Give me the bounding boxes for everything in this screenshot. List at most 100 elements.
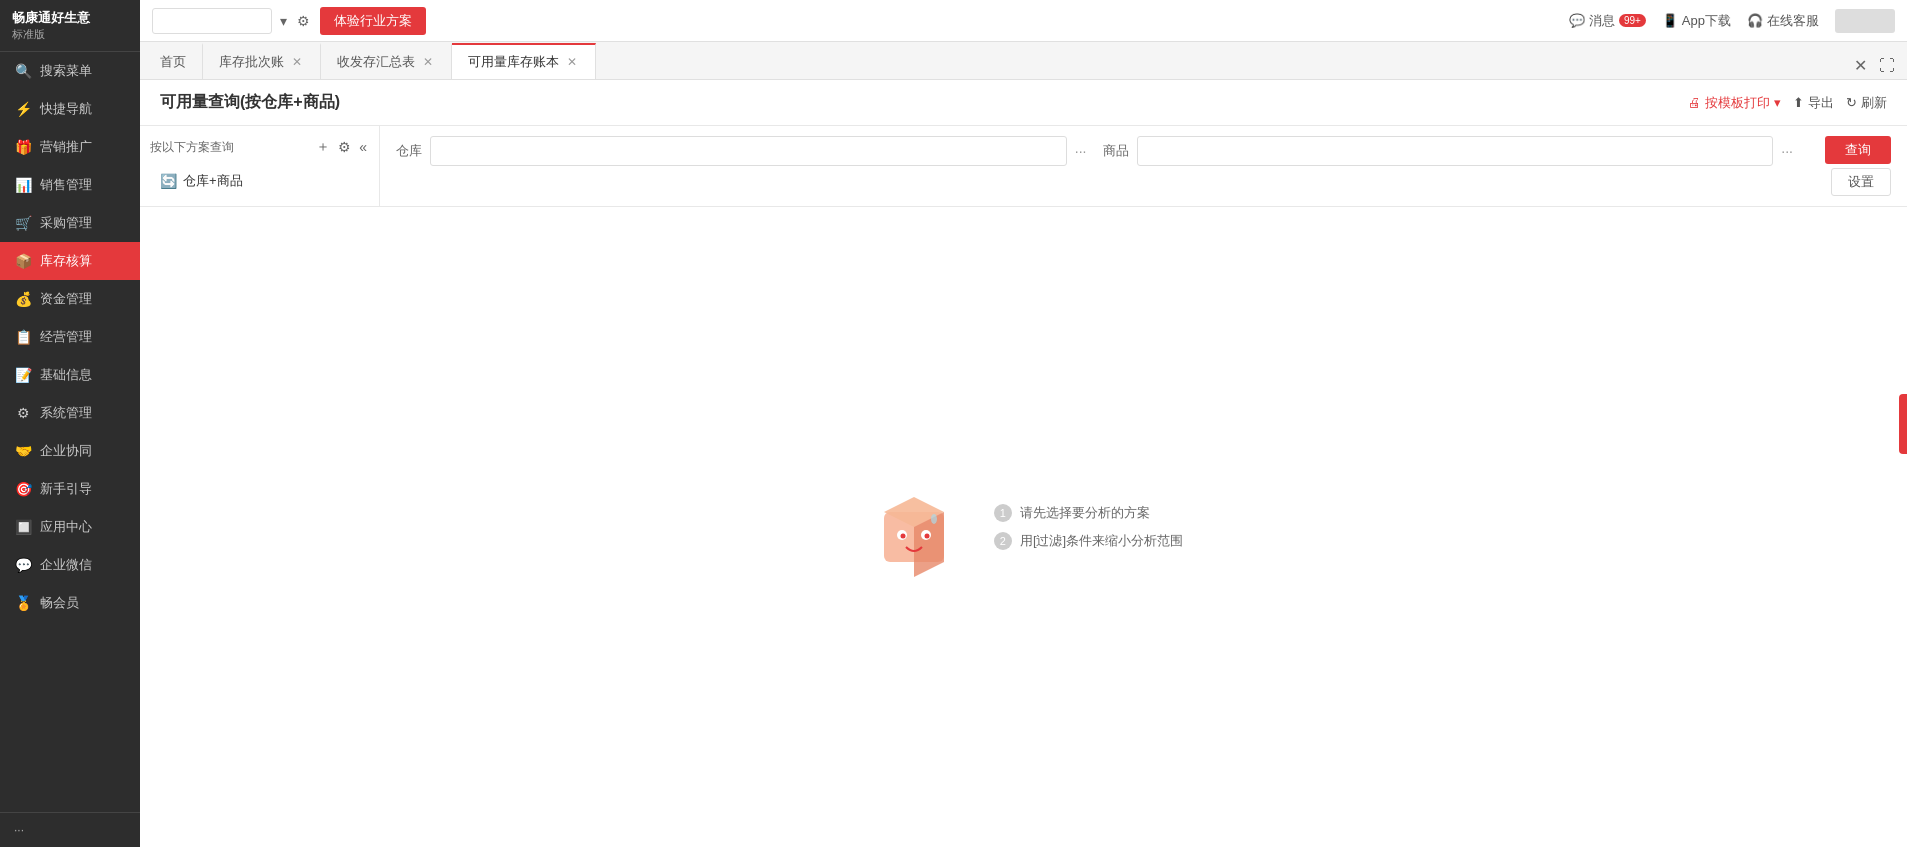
sidebar-item-新手引导[interactable]: 🎯 新手引导 [0,470,140,508]
sidebar-icon-11: 🎯 [14,481,32,497]
message-badge: 99+ [1619,14,1646,27]
sidebar-icon-3: 📊 [14,177,32,193]
message-btn[interactable]: 💬 消息 99+ [1569,12,1646,30]
scheme-item-warehouse-goods[interactable]: 🔄 仓库+商品 [150,166,369,196]
app-download-btn[interactable]: 📱 App下载 [1662,12,1731,30]
sidebar-item-企业协同[interactable]: 🤝企业协同 [0,432,140,470]
tab-0[interactable]: 首页 [140,43,203,79]
sidebar-item-销售管理[interactable]: 📊 销售管理 [0,166,140,204]
page-header-actions: 🖨 按模板打印 ▾ ⬆ 导出 ↻ 刷新 [1688,94,1887,112]
sidebar-item-库存核算[interactable]: 📦 库存核算 [0,242,140,280]
tab-label-0: 首页 [160,53,186,71]
sidebar-icon-8: 📝 [14,367,32,383]
sidebar-icon-12: 🔲 [14,519,32,535]
sidebar-label-9: 系统管理 [40,404,92,422]
page-title: 可用量查询(按仓库+商品) [160,92,340,113]
goods-more-btn[interactable]: ··· [1781,143,1793,159]
message-icon: 💬 [1569,13,1585,28]
tab-label-3: 可用量库存账本 [468,53,559,71]
refresh-btn[interactable]: ↻ 刷新 [1846,94,1887,112]
message-label: 消息 [1589,12,1615,30]
app-download-icon: 📱 [1662,13,1678,28]
right-scroll-hint [1899,394,1907,454]
filter-area: 按以下方案查询 ＋ ⚙ « 🔄 仓库+商品 仓库 [140,126,1907,207]
gear-btn[interactable]: ⚙ [295,11,312,31]
sidebar-item-经营管理[interactable]: 📋经营管理 [0,318,140,356]
sidebar-label-12: 应用中心 [40,518,92,536]
goods-field: 商品 ··· [1103,136,1794,166]
sidebar-icon-13: 💬 [14,557,32,573]
sidebar-item-基础信息[interactable]: 📝基础信息 [0,356,140,394]
svg-point-7 [931,514,937,524]
topbar-search: ▾ ⚙ [152,8,312,34]
avatar[interactable] [1835,9,1895,33]
online-service-btn[interactable]: 🎧 在线客服 [1747,12,1819,30]
settings-btn[interactable]: 设置 [1831,168,1891,196]
sidebar-label-7: 经营管理 [40,328,92,346]
search-input[interactable] [152,8,272,34]
sidebar-item-应用中心[interactable]: 🔲 应用中心 [0,508,140,546]
tip-num-1: 1 [994,504,1012,522]
industry-btn[interactable]: 体验行业方案 [320,7,426,35]
sidebar-scroll: 🔍 搜索菜单 ⚡快捷导航🎁营销推广 📊 销售管理 🛒 采购管理 📦 库存核算 💰资金管理📋经营管理… [0,52,140,812]
sidebar-label-0: 搜索菜单 [40,62,92,80]
print-label: 按模板打印 [1705,94,1770,112]
maximize-btn[interactable]: ⛶ [1875,53,1899,79]
tab-close-1[interactable]: ✕ [290,54,304,70]
warehouse-input[interactable] [430,136,1067,166]
tab-3[interactable]: 可用量库存账本 ✕ [452,43,596,79]
export-icon: ⬆ [1793,95,1804,110]
sidebar-icon-9: ⚙ [14,405,32,421]
sidebar-icon-4: 🛒 [14,215,32,231]
sidebar-label-11: 新手引导 [40,480,92,498]
close-tab-btn[interactable]: ✕ [1850,52,1871,79]
tab-1[interactable]: 库存批次账 ✕ [203,43,321,79]
sidebar-item-搜索菜单[interactable]: 🔍 搜索菜单 [0,52,140,90]
add-scheme-btn[interactable]: ＋ [314,136,332,158]
sidebar-label-1: 快捷导航 [40,100,92,118]
filter-row: 仓库 ··· 商品 ··· [396,136,1793,166]
warehouse-more-btn[interactable]: ··· [1075,143,1087,159]
sidebar-label-3: 销售管理 [40,176,92,194]
empty-state: 1 请先选择要分析的方案 2 用[过滤]条件来缩小分析范围 [140,207,1907,847]
empty-tips: 1 请先选择要分析的方案 2 用[过滤]条件来缩小分析范围 [994,504,1183,550]
sidebar-icon-14: 🏅 [14,595,32,611]
sidebar-item-系统管理[interactable]: ⚙ 系统管理 [0,394,140,432]
export-btn[interactable]: ⬆ 导出 [1793,94,1834,112]
sidebar-item-资金管理[interactable]: 💰资金管理 [0,280,140,318]
sidebar-icon-0: 🔍 [14,63,32,79]
svg-point-6 [924,534,929,539]
sidebar-label-5: 库存核算 [40,252,92,270]
filter-actions: 查询 设置 [1809,126,1907,206]
print-icon: 🖨 [1688,95,1701,110]
search-dropdown-btn[interactable]: ▾ [278,11,289,31]
export-label: 导出 [1808,94,1834,112]
print-btn[interactable]: 🖨 按模板打印 ▾ [1688,94,1781,112]
app-logo: 畅康通好生意 标准版 [0,0,140,52]
tab-label-1: 库存批次账 [219,53,284,71]
app-name: 畅康通好生意 [12,10,128,27]
scheme-icon: 🔄 [160,173,177,189]
collapse-btn[interactable]: « [357,136,369,158]
filter-left: 按以下方案查询 ＋ ⚙ « 🔄 仓库+商品 [140,126,380,206]
sidebar: 畅康通好生意 标准版 🔍 搜索菜单 ⚡快捷导航🎁营销推广 📊 销售管理 🛒 采购管理 📦 库存核… [0,0,140,847]
sidebar-item-企业微信[interactable]: 💬企业微信 [0,546,140,584]
online-service-icon: 🎧 [1747,13,1763,28]
sidebar-item-采购管理[interactable]: 🛒 采购管理 [0,204,140,242]
tab-close-2[interactable]: ✕ [421,54,435,70]
page: 可用量查询(按仓库+商品) 🖨 按模板打印 ▾ ⬆ 导出 ↻ 刷新 [140,80,1907,847]
query-btn[interactable]: 查询 [1825,136,1891,164]
sidebar-item-畅会员[interactable]: 🏅畅会员 [0,584,140,622]
tip-1: 1 请先选择要分析的方案 [994,504,1183,522]
tab-2[interactable]: 收发存汇总表✕ [321,43,452,79]
manage-scheme-btn[interactable]: ⚙ [336,136,353,158]
sidebar-label-10: 企业协同 [40,442,92,460]
tab-close-3[interactable]: ✕ [565,54,579,70]
goods-input[interactable] [1137,136,1774,166]
sidebar-item-快捷导航[interactable]: ⚡快捷导航 [0,90,140,128]
tip-text-2: 用[过滤]条件来缩小分析范围 [1020,532,1183,550]
print-dropdown-icon: ▾ [1774,95,1781,110]
sidebar-icon-5: 📦 [14,253,32,269]
sidebar-item-营销推广[interactable]: 🎁营销推广 [0,128,140,166]
sidebar-label-4: 采购管理 [40,214,92,232]
